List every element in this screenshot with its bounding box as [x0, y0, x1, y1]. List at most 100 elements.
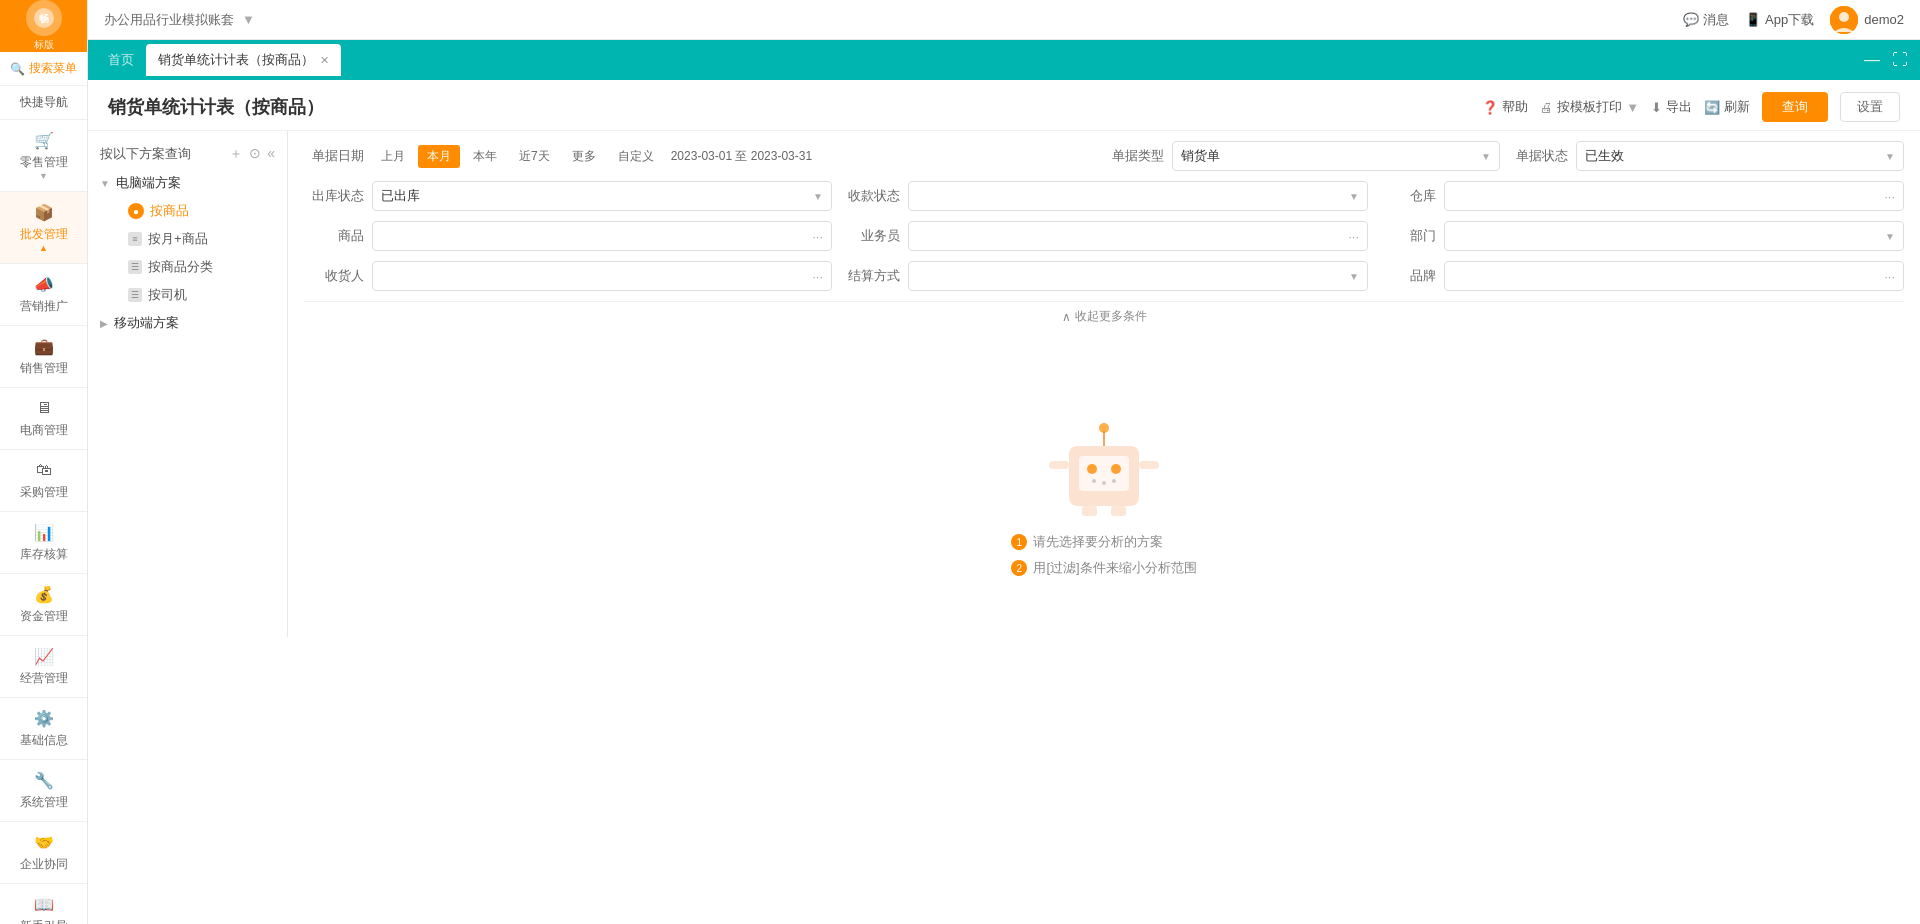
- tab-maximize-btn[interactable]: ⛶: [1888, 47, 1912, 73]
- out-status-field: 出库状态 已出库 ▼: [304, 181, 832, 211]
- brand-select[interactable]: ···: [1444, 261, 1904, 291]
- sidebar-item-guide[interactable]: 📖 新手引导: [0, 884, 87, 924]
- sidebar-item-basic[interactable]: ⚙️ 基础信息: [0, 698, 87, 760]
- filter-form: 单据日期 上月 本月 本年 近7天 更多 自定义 2023-03-01 至 20…: [288, 131, 1920, 341]
- query-button[interactable]: 查询: [1762, 92, 1828, 122]
- search-icon: 🔍: [10, 62, 25, 76]
- tree-item-by-product[interactable]: ● 按商品: [96, 197, 287, 225]
- search-menu[interactable]: 🔍 搜索菜单: [0, 52, 87, 86]
- tree-item-by-month-product[interactable]: ≡ 按月+商品: [96, 225, 287, 253]
- doc-status-select[interactable]: 已生效 ▼: [1576, 141, 1904, 171]
- department-field: 部门 ▼: [1376, 221, 1904, 251]
- tree-item-by-driver[interactable]: ☰ 按司机: [96, 281, 287, 309]
- svg-rect-5: [1079, 456, 1129, 491]
- tab-close-icon[interactable]: ✕: [320, 54, 329, 67]
- date-btn-more[interactable]: 更多: [563, 145, 605, 168]
- tree-expand-icon: ▼: [100, 178, 110, 189]
- receiver-field: 收货人 ···: [304, 261, 832, 291]
- sidebar-item-retail[interactable]: 🛒 零售管理 ▼: [0, 120, 87, 192]
- header-right-area: 💬 消息 📱 App下载 demo2: [1683, 6, 1904, 34]
- tab-sales-stat[interactable]: 销货单统计计表（按商品） ✕: [146, 44, 341, 76]
- tree-collapse-icon: ▶: [100, 318, 108, 329]
- sidebar-item-system[interactable]: 🔧 系统管理: [0, 760, 87, 822]
- svg-point-7: [1111, 464, 1121, 474]
- filter-panel-header: 按以下方案查询 ＋ ⊙ «: [88, 139, 287, 169]
- edit-scheme-btn[interactable]: ⊙: [249, 145, 261, 163]
- brand-label: 品牌: [1376, 267, 1436, 285]
- sidebar-item-marketing[interactable]: 📣 营销推广: [0, 264, 87, 326]
- message-btn[interactable]: 💬 消息: [1683, 11, 1729, 29]
- department-select[interactable]: ▼: [1444, 221, 1904, 251]
- page-actions: ❓ 帮助 🖨 按模板打印 ▼ ⬇ 导出 🔄 刷新 查询 设置: [1482, 92, 1900, 122]
- sidebar-item-finance[interactable]: 💰 资金管理: [0, 574, 87, 636]
- salesperson-dots[interactable]: ···: [1348, 229, 1359, 244]
- doc-type-select[interactable]: 销货单 ▼: [1172, 141, 1500, 171]
- refresh-icon: 🔄: [1704, 100, 1720, 115]
- active-item-icon: ●: [128, 203, 144, 219]
- payment-method-select[interactable]: ▼: [908, 261, 1368, 291]
- payment-method-field: 结算方式 ▼: [840, 261, 1368, 291]
- sidebar-item-ecommerce[interactable]: 🖥 电商管理: [0, 388, 87, 450]
- quick-nav[interactable]: 快捷导航: [0, 86, 87, 120]
- retail-icon: 🛒: [34, 130, 54, 150]
- template-print-btn[interactable]: 🖨 按模板打印 ▼: [1540, 98, 1639, 116]
- doc-status-chevron-icon: ▼: [1885, 151, 1895, 162]
- svg-point-6: [1087, 464, 1097, 474]
- product-select[interactable]: ···: [372, 221, 832, 251]
- out-status-select[interactable]: 已出库 ▼: [372, 181, 832, 211]
- sidebar-item-inventory[interactable]: 📊 库存核算: [0, 512, 87, 574]
- date-shortcuts: 上月 本月 本年 近7天 更多 自定义 2023-03-01 至 2023-03…: [372, 145, 812, 168]
- header-dropdown-icon[interactable]: ▼: [242, 12, 255, 27]
- product-dots[interactable]: ···: [812, 229, 823, 244]
- date-btn-last-month[interactable]: 上月: [372, 145, 414, 168]
- warehouse-dots[interactable]: ···: [1884, 189, 1895, 204]
- date-btn-custom[interactable]: 自定义: [609, 145, 663, 168]
- app-download-btn[interactable]: 📱 App下载: [1745, 11, 1814, 29]
- purchase-icon: 🛍: [34, 460, 54, 480]
- tree-item-by-category[interactable]: ☰ 按商品分类: [96, 253, 287, 281]
- empty-step-1: 1 请先选择要分析的方案: [1011, 533, 1196, 551]
- svg-point-9: [1102, 481, 1106, 485]
- payment-status-select[interactable]: ▼: [908, 181, 1368, 211]
- doc-type-field: 单据类型 销货单 ▼: [1104, 141, 1500, 171]
- tab-minimize-btn[interactable]: —: [1860, 47, 1884, 73]
- date-btn-this-year[interactable]: 本年: [464, 145, 506, 168]
- tree-group-pc[interactable]: ▼ 电脑端方案: [88, 169, 287, 197]
- receiver-dots[interactable]: ···: [812, 269, 823, 284]
- tab-home[interactable]: 首页: [96, 44, 146, 76]
- add-scheme-btn[interactable]: ＋: [229, 145, 243, 163]
- sidebar-item-operation[interactable]: 📈 经营管理: [0, 636, 87, 698]
- empty-steps: 1 请先选择要分析的方案 2 用[过滤]条件来缩小分析范围: [1011, 533, 1196, 577]
- payment-status-label: 收款状态: [840, 187, 900, 205]
- sidebar-item-purchase[interactable]: 🛍 采购管理: [0, 450, 87, 512]
- page-content: 销货单统计计表（按商品） ❓ 帮助 🖨 按模板打印 ▼ ⬇ 导出 🔄 刷新: [88, 80, 1920, 924]
- receiver-select[interactable]: ···: [372, 261, 832, 291]
- payment-chevron-icon: ▼: [1349, 191, 1359, 202]
- download-icon: 📱: [1745, 12, 1761, 27]
- sidebar-item-wholesale[interactable]: 📦 批发管理 ▲: [0, 192, 87, 264]
- settings-button[interactable]: 设置: [1840, 92, 1900, 122]
- app-subtitle: 标版: [34, 38, 54, 52]
- tab-bar: 首页 销货单统计计表（按商品） ✕ — ⛶: [88, 40, 1920, 80]
- brand-dots[interactable]: ···: [1884, 269, 1895, 284]
- svg-rect-16: [1111, 506, 1126, 516]
- date-btn-7days[interactable]: 近7天: [510, 145, 559, 168]
- salesperson-select[interactable]: ···: [908, 221, 1368, 251]
- tree-group-mobile[interactable]: ▶ 移动端方案: [88, 309, 287, 337]
- operation-icon: 📈: [34, 646, 54, 666]
- refresh-btn[interactable]: 🔄 刷新: [1704, 98, 1750, 116]
- item-icon-category: ☰: [128, 260, 142, 274]
- export-btn[interactable]: ⬇ 导出: [1651, 98, 1692, 116]
- user-info[interactable]: demo2: [1830, 6, 1904, 34]
- help-btn[interactable]: ❓ 帮助: [1482, 98, 1528, 116]
- department-label: 部门: [1376, 227, 1436, 245]
- collapse-panel-btn[interactable]: «: [267, 145, 275, 163]
- sidebar-item-corp[interactable]: 🤝 企业协同: [0, 822, 87, 884]
- product-field: 商品 ···: [304, 221, 832, 251]
- date-btn-this-month[interactable]: 本月: [418, 145, 460, 168]
- top-header: 办公用品行业模拟账套 ▼ 💬 消息 📱 App下载 de: [88, 0, 1920, 40]
- department-chevron-icon: ▼: [1885, 231, 1895, 242]
- warehouse-select[interactable]: ···: [1444, 181, 1904, 211]
- collapse-filters-btn[interactable]: ∧ 收起更多条件: [304, 301, 1904, 331]
- sidebar-item-sales[interactable]: 💼 销售管理: [0, 326, 87, 388]
